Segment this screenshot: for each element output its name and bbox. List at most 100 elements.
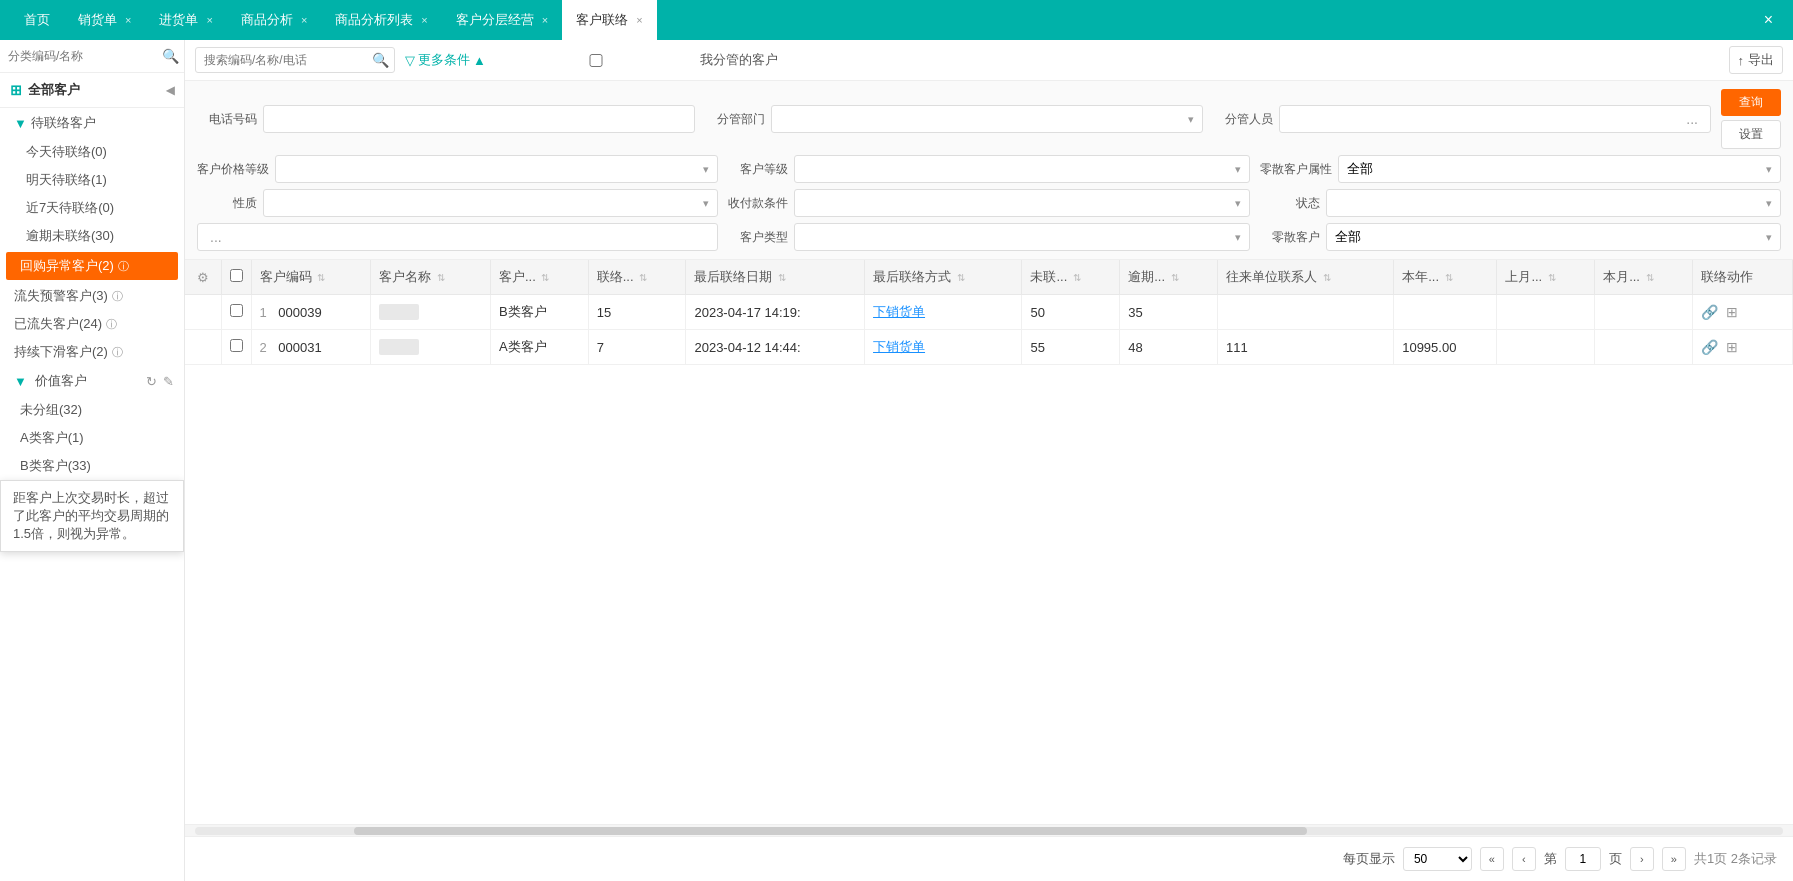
manager-input[interactable]: ...: [1279, 105, 1711, 133]
sidebar-item-class-b[interactable]: B类客户(33): [0, 452, 184, 480]
info-icon-declining[interactable]: ⓘ: [112, 345, 123, 360]
row1-link-icon[interactable]: 🔗: [1701, 304, 1718, 320]
sort-name-icon[interactable]: ⇅: [437, 272, 445, 283]
payment-select[interactable]: ▾: [794, 189, 1249, 217]
info-icon-churned[interactable]: ⓘ: [106, 317, 117, 332]
dept-select[interactable]: ▾: [771, 105, 1203, 133]
table-settings-icon[interactable]: ⚙: [197, 270, 209, 285]
row1-select-checkbox[interactable]: [230, 304, 243, 317]
sort-contacts-icon[interactable]: ⇅: [1323, 272, 1331, 283]
info-icon-repurchase[interactable]: ⓘ: [118, 259, 129, 274]
row1-checkbox: [221, 295, 251, 330]
sort-uncontacted-icon[interactable]: ⇅: [1073, 272, 1081, 283]
table-row: 2 000031 A类客户 7 2023-04-12 14:44: 下销货单: [185, 330, 1793, 365]
dept-field: 分管部门 ▾: [705, 105, 1203, 133]
sort-type-icon[interactable]: ⇅: [541, 272, 549, 283]
export-button[interactable]: ↑ 导出: [1729, 46, 1784, 74]
main-search-input[interactable]: [195, 47, 395, 73]
sort-year-icon[interactable]: ⇅: [1445, 272, 1453, 283]
sidebar-value-group[interactable]: ▼ 价值客户 ↻ ✎: [0, 366, 184, 396]
sort-thismonth-icon[interactable]: ⇅: [1646, 272, 1654, 283]
arrow-down-icon-value: ▼: [14, 374, 27, 389]
nav-close-product-analysis[interactable]: ×: [301, 0, 307, 40]
phone-input[interactable]: [263, 105, 695, 133]
row1-this-year: [1394, 295, 1497, 330]
nav-close-customer-contact[interactable]: ×: [636, 0, 642, 40]
more-conditions-btn[interactable]: ▽ 更多条件 ▲: [405, 51, 486, 69]
manager-field: 分管人员 ...: [1213, 105, 1711, 133]
row2-grid-icon[interactable]: ⊞: [1726, 339, 1738, 355]
last-page-btn[interactable]: »: [1662, 847, 1686, 871]
sidebar-item-tomorrow[interactable]: 明天待联络(1): [0, 166, 184, 194]
row2-select-checkbox[interactable]: [230, 339, 243, 352]
next-page-btn[interactable]: ›: [1630, 847, 1654, 871]
row1-contact-count: 15: [588, 295, 686, 330]
my-customers-checkbox[interactable]: [496, 54, 696, 67]
horizontal-scrollbar[interactable]: [185, 824, 1793, 836]
prev-page-btn[interactable]: ‹: [1512, 847, 1536, 871]
app-close-button[interactable]: ×: [1754, 11, 1783, 29]
info-icon-churn-warning[interactable]: ⓘ: [112, 289, 123, 304]
sidebar-item-7days[interactable]: 近7天待联络(0): [0, 194, 184, 222]
page-number-input[interactable]: [1565, 847, 1601, 871]
customer-table: ⚙ 客户编码 ⇅ 客户名称 ⇅: [185, 260, 1793, 365]
row1-grid-icon[interactable]: ⊞: [1726, 304, 1738, 320]
status-select[interactable]: ▾: [1326, 189, 1781, 217]
nav-item-customer-tier[interactable]: 客户分层经营 ×: [442, 0, 562, 40]
nav-close-sales[interactable]: ×: [125, 0, 131, 40]
select-all-checkbox[interactable]: [230, 269, 243, 282]
sidebar-item-repurchase-anomaly[interactable]: 回购异常客户(2) ⓘ: [6, 252, 178, 280]
sidebar-all-customers[interactable]: ⊞ 全部客户 ◀: [0, 73, 184, 108]
price-level-select[interactable]: ▾: [275, 155, 718, 183]
nav-item-customer-contact[interactable]: 客户联络 ×: [562, 0, 656, 40]
sidebar-search-input[interactable]: [8, 49, 158, 63]
retail-attr-select[interactable]: 全部 ▾: [1338, 155, 1781, 183]
nav-close-product-list[interactable]: ×: [421, 0, 427, 40]
nav-item-product-list[interactable]: 商品分析列表 ×: [321, 0, 441, 40]
row2-link-icon[interactable]: 🔗: [1701, 339, 1718, 355]
sidebar-item-class-a[interactable]: A类客户(1): [0, 424, 184, 452]
edit-icon[interactable]: ✎: [163, 374, 174, 389]
first-page-btn[interactable]: «: [1480, 847, 1504, 871]
settings-button[interactable]: 设置: [1721, 120, 1781, 149]
main-search-icon[interactable]: 🔍: [372, 52, 389, 68]
nav-item-purchase[interactable]: 进货单 ×: [145, 0, 226, 40]
scroll-thumb[interactable]: [354, 827, 1307, 835]
gender-dropdown-icon: ▾: [703, 197, 709, 210]
retail-customer-select[interactable]: 全部 ▾: [1326, 223, 1781, 251]
row1-this-month: [1595, 295, 1693, 330]
sort-code-icon[interactable]: ⇅: [317, 272, 325, 283]
sidebar-collapse-icon[interactable]: ◀: [166, 84, 174, 97]
sidebar-item-ungrouped[interactable]: 未分组(32): [0, 396, 184, 424]
nav-item-home[interactable]: 首页: [10, 0, 64, 40]
nav-item-sales[interactable]: 销货单 ×: [64, 0, 145, 40]
refresh-icon[interactable]: ↻: [146, 374, 157, 389]
col-contacts: 往来单位联系人 ⇅: [1217, 260, 1393, 295]
page-size-select[interactable]: 50 20 100: [1403, 847, 1472, 871]
sort-date-icon[interactable]: ⇅: [778, 272, 786, 283]
sidebar-search-icon[interactable]: 🔍: [162, 48, 179, 64]
my-customers-filter[interactable]: 我分管的客户: [496, 51, 778, 69]
sidebar-item-churn-warning[interactable]: 流失预警客户(3) ⓘ: [0, 282, 184, 310]
sidebar-item-churned[interactable]: 已流失客户(24) ⓘ: [0, 310, 184, 338]
dots-input[interactable]: ...: [197, 223, 718, 251]
nav-close-customer-tier[interactable]: ×: [542, 0, 548, 40]
sort-overdue-icon[interactable]: ⇅: [1171, 272, 1179, 283]
sidebar-item-declining[interactable]: 持续下滑客户(2) ⓘ: [0, 338, 184, 366]
sort-contact-icon[interactable]: ⇅: [639, 272, 647, 283]
customer-type-select[interactable]: ▾: [794, 223, 1249, 251]
filter-row-1: 电话号码 分管部门 ▾ 分管人员 ...: [197, 89, 1781, 149]
sidebar-item-today[interactable]: 今天待联络(0): [0, 138, 184, 166]
sort-method-icon[interactable]: ⇅: [957, 272, 965, 283]
nav-item-product-analysis[interactable]: 商品分析 ×: [227, 0, 321, 40]
sidebar-pending-group[interactable]: ▼ 待联络客户: [0, 108, 184, 138]
customer-level-select[interactable]: ▾: [794, 155, 1249, 183]
gender-select[interactable]: ▾: [263, 189, 718, 217]
nav-close-purchase[interactable]: ×: [206, 0, 212, 40]
query-button[interactable]: 查询: [1721, 89, 1781, 116]
action-buttons: 查询 设置: [1721, 89, 1781, 149]
manager-dots[interactable]: ...: [1682, 111, 1702, 127]
sidebar-item-overdue[interactable]: 逾期未联络(30): [0, 222, 184, 250]
sort-lastmonth-icon[interactable]: ⇅: [1548, 272, 1556, 283]
dots-btn[interactable]: ...: [206, 229, 226, 245]
